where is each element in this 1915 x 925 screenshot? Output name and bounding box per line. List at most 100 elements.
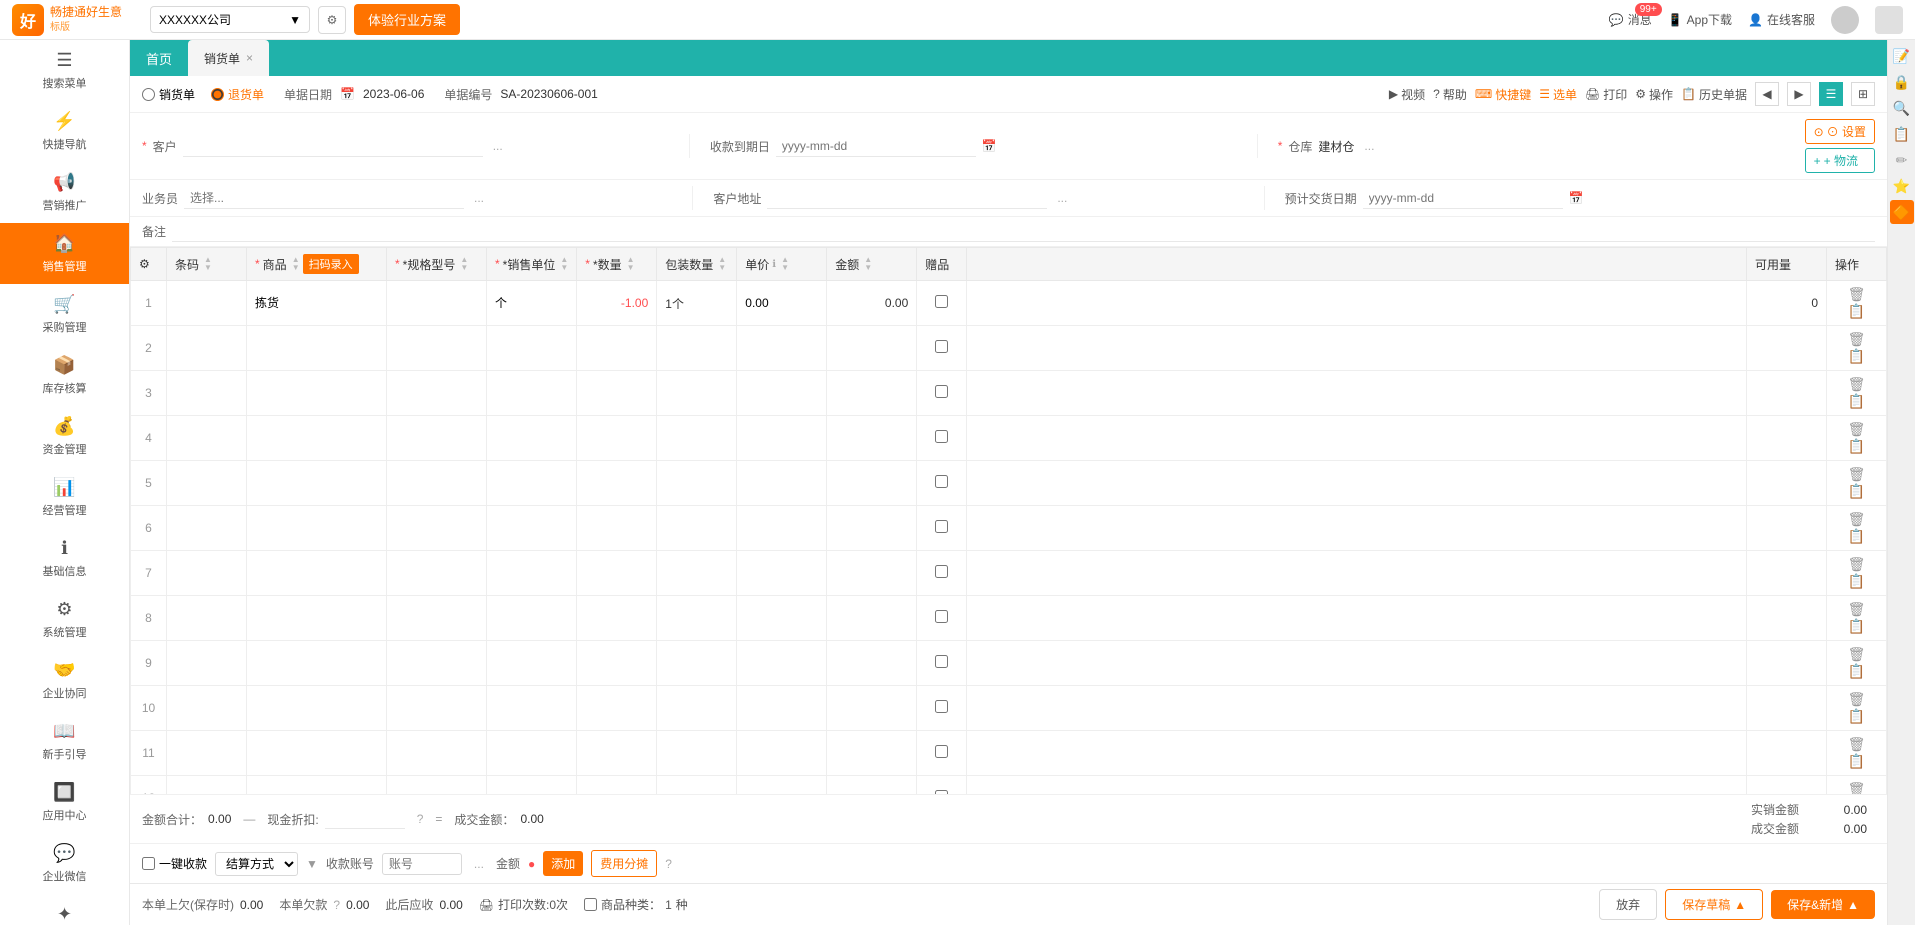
right-panel-btn-5[interactable]: ✏: [1890, 148, 1914, 172]
row-gift[interactable]: [917, 461, 967, 506]
row-gift[interactable]: [917, 506, 967, 551]
settings-icon[interactable]: ⚙: [318, 6, 346, 34]
sidebar-item-operations[interactable]: 📊 经营管理: [0, 467, 129, 528]
owe-help-icon[interactable]: ?: [333, 898, 340, 912]
print-btn[interactable]: 🖨 打印: [1585, 86, 1627, 103]
row-price[interactable]: [737, 461, 827, 506]
row-product[interactable]: [247, 686, 387, 731]
expense-button[interactable]: 费用分摊: [591, 850, 657, 877]
row-unit[interactable]: [487, 731, 577, 776]
sidebar-item-wechat[interactable]: 💬 企业微信: [0, 833, 129, 894]
row-unit[interactable]: [487, 416, 577, 461]
row-price[interactable]: [737, 596, 827, 641]
row-unit[interactable]: [487, 551, 577, 596]
row-price[interactable]: [737, 416, 827, 461]
operate-btn[interactable]: ⚙ 操作: [1635, 86, 1673, 103]
row-price[interactable]: [737, 506, 827, 551]
avatar[interactable]: [1831, 6, 1859, 34]
sidebar-item-quick-nav[interactable]: ⚡ 快捷导航: [0, 101, 129, 162]
save-new-dropdown-icon[interactable]: ▲: [1847, 898, 1859, 912]
row-qty[interactable]: [577, 371, 657, 416]
row-gift[interactable]: [917, 641, 967, 686]
sidebar-item-purchase[interactable]: 🛒 采购管理: [0, 284, 129, 345]
row-delete-icon[interactable]: 🗑: [1846, 376, 1868, 392]
payment-method-select[interactable]: 结算方式: [215, 852, 298, 876]
row-gift[interactable]: [917, 731, 967, 776]
calendar-icon[interactable]: 📅: [340, 87, 355, 101]
help-btn[interactable]: ? 帮助: [1433, 86, 1467, 103]
row-spec[interactable]: [387, 641, 487, 686]
row-unit[interactable]: [487, 686, 577, 731]
row-price[interactable]: [737, 731, 827, 776]
save-draft-button[interactable]: 保存草稿 ▲: [1665, 889, 1763, 920]
row-qty[interactable]: [577, 461, 657, 506]
product-type-checkbox[interactable]: [584, 898, 597, 911]
row-spec[interactable]: [387, 416, 487, 461]
customer-dots[interactable]: ...: [489, 139, 507, 153]
row-spec[interactable]: [387, 371, 487, 416]
row-gift[interactable]: [917, 416, 967, 461]
row-delete-icon[interactable]: 🗑: [1846, 331, 1868, 347]
one-click-payment[interactable]: 一键收款: [142, 855, 207, 872]
method-select-dropdown[interactable]: ▼: [306, 857, 318, 871]
salesperson-input[interactable]: [184, 188, 464, 209]
row-gift[interactable]: [917, 281, 967, 326]
history-btn[interactable]: 📋 历史单据: [1681, 86, 1747, 103]
row-delete-icon[interactable]: 🗑: [1846, 466, 1868, 482]
prev-btn[interactable]: ◀: [1755, 82, 1779, 106]
row-unit[interactable]: [487, 326, 577, 371]
row-copy-icon[interactable]: 📋: [1846, 753, 1867, 769]
row-qty[interactable]: [577, 281, 657, 326]
row-delete-icon[interactable]: 🗑: [1846, 421, 1868, 437]
settings-button[interactable]: ⊙ ⊙ 设置: [1805, 119, 1875, 144]
row-copy-icon[interactable]: 📋: [1846, 348, 1867, 364]
row-gift[interactable]: [917, 326, 967, 371]
row-unit[interactable]: [487, 461, 577, 506]
row-spec[interactable]: [387, 461, 487, 506]
row-copy-icon[interactable]: 📋: [1846, 393, 1867, 409]
row-barcode[interactable]: [167, 686, 247, 731]
row-product[interactable]: [247, 416, 387, 461]
warehouse-dots[interactable]: ...: [1360, 139, 1378, 153]
row-barcode[interactable]: [167, 641, 247, 686]
row-barcode[interactable]: [167, 596, 247, 641]
app-download-button[interactable]: 📱 App下载: [1668, 11, 1732, 28]
row-spec[interactable]: [387, 506, 487, 551]
row-barcode[interactable]: [167, 416, 247, 461]
expense-help-icon[interactable]: ?: [665, 857, 672, 871]
video-btn[interactable]: ▶ 视频: [1389, 86, 1425, 103]
price-info-icon[interactable]: ℹ: [772, 259, 776, 270]
tab-close-icon[interactable]: ×: [246, 51, 253, 65]
row-delete-icon[interactable]: 🗑: [1846, 286, 1868, 302]
row-copy-icon[interactable]: 📋: [1846, 618, 1867, 634]
row-copy-icon[interactable]: 📋: [1846, 438, 1867, 454]
row-spec[interactable]: [387, 596, 487, 641]
scan-button[interactable]: 扫码录入: [303, 254, 359, 274]
row-product[interactable]: [247, 281, 387, 326]
row-product[interactable]: [247, 731, 387, 776]
due-date-calendar-icon[interactable]: 📅: [982, 139, 997, 153]
draft-dropdown-icon[interactable]: ▲: [1734, 898, 1746, 912]
row-delete-icon[interactable]: 🗑: [1846, 781, 1868, 794]
row-barcode[interactable]: [167, 326, 247, 371]
row-unit[interactable]: [487, 281, 577, 326]
row-qty[interactable]: [577, 731, 657, 776]
row-price[interactable]: [737, 551, 827, 596]
row-product[interactable]: [247, 461, 387, 506]
sidebar-item-app-center[interactable]: 🔲 应用中心: [0, 772, 129, 833]
sidebar-item-guide[interactable]: 📖 新手引导: [0, 711, 129, 772]
tab-sale-order[interactable]: 销货单 ×: [188, 40, 269, 76]
row-product[interactable]: [247, 776, 387, 795]
right-panel-btn-4[interactable]: 📋: [1890, 122, 1914, 146]
customer-addr-input[interactable]: [767, 188, 1047, 209]
row-qty[interactable]: [577, 506, 657, 551]
online-service-button[interactable]: 👤 在线客服: [1748, 11, 1815, 28]
row-copy-icon[interactable]: 📋: [1846, 483, 1867, 499]
right-panel-btn-6[interactable]: ⭐: [1890, 174, 1914, 198]
row-barcode[interactable]: [167, 281, 247, 326]
row-delete-icon[interactable]: 🗑: [1846, 736, 1868, 752]
row-qty[interactable]: [577, 686, 657, 731]
row-copy-icon[interactable]: 📋: [1846, 663, 1867, 679]
abandon-button[interactable]: 放弃: [1599, 889, 1657, 920]
sidebar-item-enterprise[interactable]: 🤝 企业协同: [0, 650, 129, 711]
